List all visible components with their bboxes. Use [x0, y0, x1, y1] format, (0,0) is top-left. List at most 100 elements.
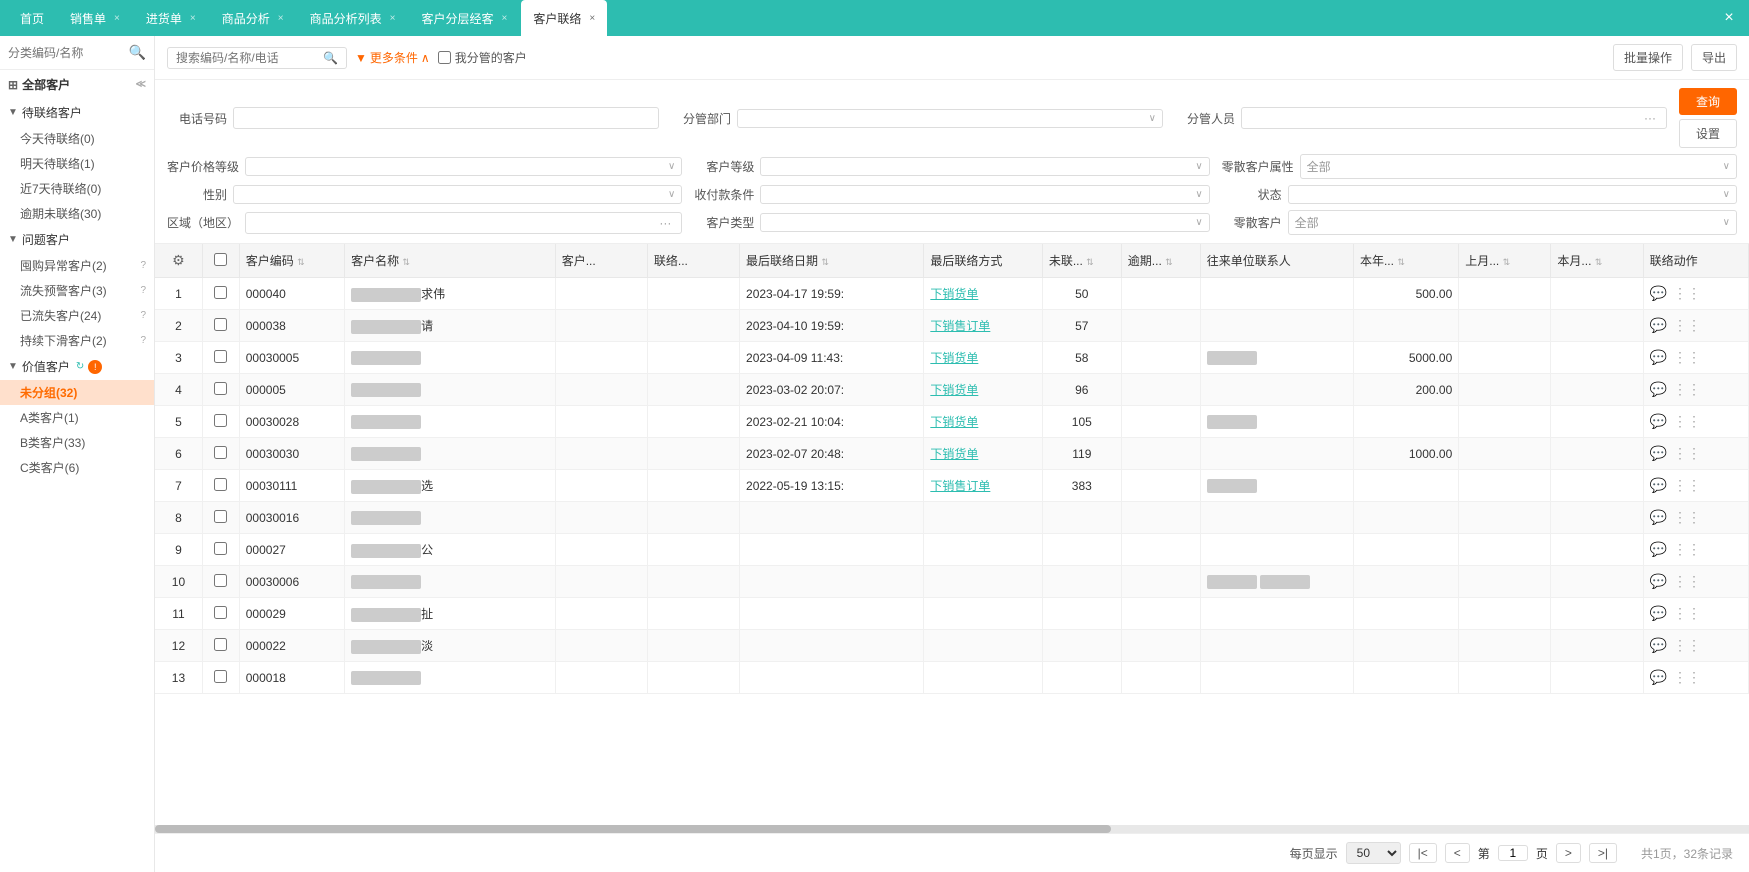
more-action-icon[interactable]: ⋮⋮: [1673, 413, 1701, 430]
contact-method-link[interactable]: 下销货单: [930, 287, 978, 301]
sidebar-item-7days[interactable]: 近7天待联络(0): [0, 176, 154, 201]
price-level-select[interactable]: ∨: [245, 157, 682, 176]
sidebar-item-class-a[interactable]: A类客户(1): [0, 405, 154, 430]
sidebar-search-icon[interactable]: 🔍: [129, 44, 146, 61]
export-btn[interactable]: 导出: [1691, 44, 1737, 71]
th-lastmonth[interactable]: 上月...: [1459, 244, 1551, 278]
manager-dots-icon[interactable]: ···: [1640, 111, 1660, 125]
phone-action-icon[interactable]: 💬: [1650, 381, 1667, 398]
cell-check[interactable]: [202, 662, 239, 694]
cell-check[interactable]: [202, 438, 239, 470]
refresh-icon[interactable]: ↻: [76, 361, 84, 372]
sidebar-item-at-risk[interactable]: 流失预警客户(3) ?: [0, 278, 154, 303]
more-action-icon[interactable]: ⋮⋮: [1673, 445, 1701, 462]
region-select[interactable]: ···: [245, 212, 682, 234]
manager-select[interactable]: ···: [1241, 107, 1667, 129]
row-checkbox[interactable]: [214, 286, 227, 299]
search-box[interactable]: 🔍: [167, 47, 347, 69]
more-action-icon[interactable]: ⋮⋮: [1673, 669, 1701, 686]
close-all-tabs-icon[interactable]: ×: [1717, 6, 1741, 30]
search-icon[interactable]: 🔍: [323, 51, 338, 65]
contact-method-link[interactable]: 下销货单: [930, 415, 978, 429]
dept-select[interactable]: ∨: [737, 109, 1163, 128]
th-partner[interactable]: 往来单位联系人: [1200, 244, 1353, 278]
contact-method-link[interactable]: 下销售订单: [930, 479, 990, 493]
phone-action-icon[interactable]: 💬: [1650, 349, 1667, 366]
nav-tab-customer-segment[interactable]: 客户分层经客 ×: [409, 0, 519, 36]
th-type[interactable]: 客户...: [555, 244, 647, 278]
settings-icon[interactable]: ⚙: [172, 252, 185, 268]
phone-action-icon[interactable]: 💬: [1650, 317, 1667, 334]
last-page-btn[interactable]: >|: [1589, 843, 1617, 863]
problem-group-header[interactable]: ▼ 问题客户: [0, 226, 154, 253]
close-analysis-list-icon[interactable]: ×: [390, 13, 396, 24]
query-btn[interactable]: 查询: [1679, 88, 1737, 115]
cell-check[interactable]: [202, 470, 239, 502]
more-action-icon[interactable]: ⋮⋮: [1673, 285, 1701, 302]
sidebar-item-today[interactable]: 今天待联络(0): [0, 126, 154, 151]
first-page-btn[interactable]: |<: [1409, 843, 1437, 863]
phone-action-icon[interactable]: 💬: [1650, 445, 1667, 462]
row-checkbox[interactable]: [214, 606, 227, 619]
contact-method-link[interactable]: 下销货单: [930, 383, 978, 397]
row-checkbox[interactable]: [214, 478, 227, 491]
value-group-header[interactable]: ▼ 价值客户 ↻ !: [0, 353, 154, 380]
cell-check[interactable]: [202, 502, 239, 534]
cell-check[interactable]: [202, 310, 239, 342]
cell-check[interactable]: [202, 630, 239, 662]
more-action-icon[interactable]: ⋮⋮: [1673, 541, 1701, 558]
sidebar-item-class-b[interactable]: B类客户(33): [0, 430, 154, 455]
scrollbar-track[interactable]: [155, 825, 1749, 833]
region-dots-icon[interactable]: ···: [655, 216, 675, 230]
more-action-icon[interactable]: ⋮⋮: [1673, 605, 1701, 622]
th-contact[interactable]: 联络...: [647, 244, 739, 278]
row-checkbox[interactable]: [214, 638, 227, 651]
more-action-icon[interactable]: ⋮⋮: [1673, 317, 1701, 334]
row-checkbox[interactable]: [214, 414, 227, 427]
more-action-icon[interactable]: ⋮⋮: [1673, 349, 1701, 366]
all-customers-header[interactable]: ⊞ 全部客户 ≪: [0, 70, 154, 99]
cell-check[interactable]: [202, 342, 239, 374]
more-action-icon[interactable]: ⋮⋮: [1673, 509, 1701, 526]
close-purchase-icon[interactable]: ×: [190, 13, 196, 24]
contact-method-link[interactable]: 下销货单: [930, 447, 978, 461]
nav-tab-home[interactable]: 首页: [8, 0, 56, 36]
more-conditions-btn[interactable]: ▼ 更多条件 ∧: [355, 49, 430, 66]
nav-tab-customer-contact[interactable]: 客户联络 ×: [521, 0, 607, 36]
th-name[interactable]: 客户名称: [345, 244, 556, 278]
sidebar-item-ungrouped[interactable]: 未分组(32): [0, 380, 154, 405]
payment-select[interactable]: ∨: [760, 185, 1209, 204]
row-checkbox[interactable]: [214, 318, 227, 331]
customer-type-select[interactable]: ∨: [760, 213, 1209, 232]
sidebar-item-tomorrow[interactable]: 明天待联络(1): [0, 151, 154, 176]
th-check[interactable]: [202, 244, 239, 278]
phone-action-icon[interactable]: 💬: [1650, 413, 1667, 430]
th-thisyear[interactable]: 本年...: [1353, 244, 1458, 278]
reset-btn[interactable]: 设置: [1679, 119, 1737, 148]
close-customer-segment-icon[interactable]: ×: [501, 13, 507, 24]
th-settings[interactable]: ⚙: [155, 244, 202, 278]
collapse-icon[interactable]: ≪: [136, 79, 146, 90]
more-action-icon[interactable]: ⋮⋮: [1673, 381, 1701, 398]
batch-operations-btn[interactable]: 批量操作: [1613, 44, 1683, 71]
close-analysis-icon[interactable]: ×: [278, 13, 284, 24]
cell-check[interactable]: [202, 374, 239, 406]
sidebar-item-declining[interactable]: 持续下滑客户(2) ?: [0, 328, 154, 353]
close-customer-contact-icon[interactable]: ×: [589, 13, 595, 24]
cell-check[interactable]: [202, 566, 239, 598]
phone-input[interactable]: [233, 107, 659, 129]
sidebar-item-lost[interactable]: 已流失客户(24) ?: [0, 303, 154, 328]
more-action-icon[interactable]: ⋮⋮: [1673, 477, 1701, 494]
th-overdue[interactable]: 逾期...: [1121, 244, 1200, 278]
nav-tab-analysis[interactable]: 商品分析 ×: [210, 0, 296, 36]
row-checkbox[interactable]: [214, 574, 227, 587]
row-checkbox[interactable]: [214, 350, 227, 363]
th-code[interactable]: 客户编码: [239, 244, 344, 278]
prev-page-btn[interactable]: <: [1445, 843, 1470, 863]
cell-check[interactable]: [202, 598, 239, 630]
contact-method-link[interactable]: 下销货单: [930, 351, 978, 365]
pending-group-header[interactable]: ▼ 待联络客户: [0, 99, 154, 126]
search-input[interactable]: [176, 51, 319, 65]
scrollbar-thumb[interactable]: [155, 825, 1111, 833]
th-notlinked[interactable]: 未联...: [1042, 244, 1121, 278]
